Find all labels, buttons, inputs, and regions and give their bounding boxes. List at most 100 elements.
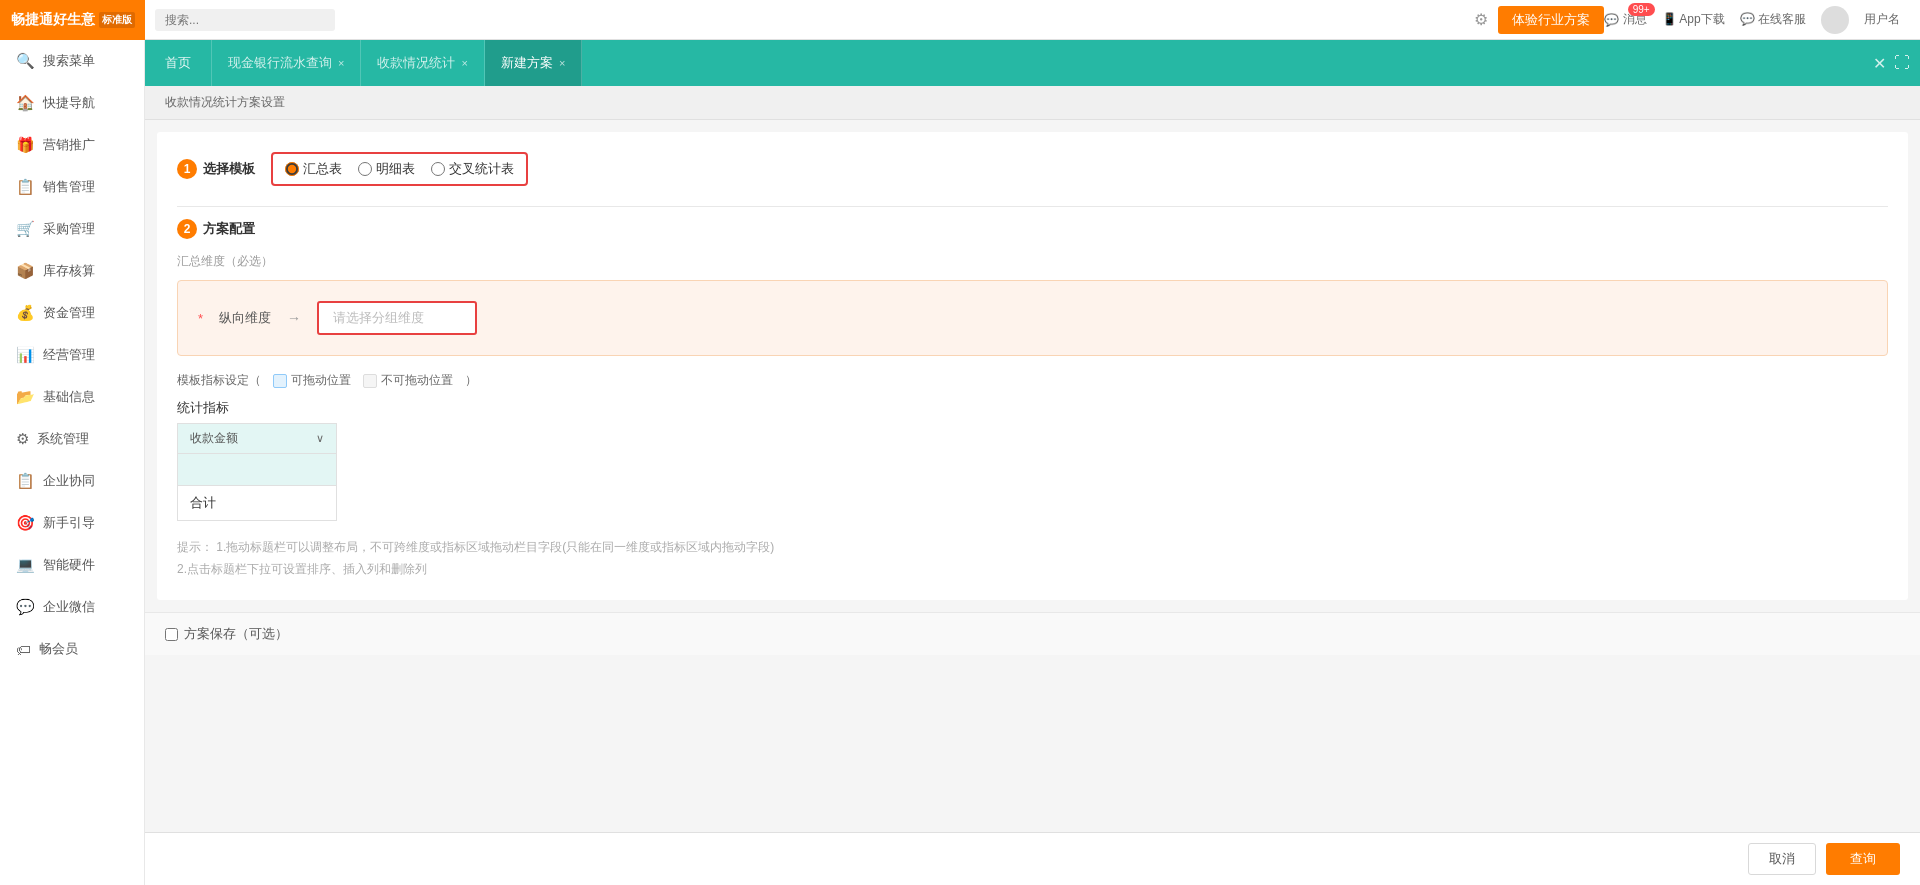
sidebar-item-member[interactable]: 🏷 畅会员 xyxy=(0,628,144,670)
tips-section: 提示： 1.拖动标题栏可以调整布局，不可跨维度或指标区域拖动栏目字段(只能在同一… xyxy=(177,537,1888,580)
inventory-icon: 📦 xyxy=(16,262,35,280)
radio-summary-label: 汇总表 xyxy=(303,160,342,178)
sidebar-label-purchase: 采购管理 xyxy=(43,220,95,238)
sidebar-label-basic-info: 基础信息 xyxy=(43,388,95,406)
tab-cashflow[interactable]: 现金银行流水查询 × xyxy=(212,40,361,86)
tab-receipts-close[interactable]: × xyxy=(461,57,467,69)
sidebar-item-system[interactable]: ⚙ 系统管理 xyxy=(0,418,144,460)
radio-summary[interactable]: 汇总表 xyxy=(285,160,342,178)
dimension-row: * 纵向维度 → 请选择分组维度 xyxy=(198,301,1867,335)
sidebar-label-system: 系统管理 xyxy=(37,430,89,448)
username: 用户名 xyxy=(1864,11,1900,28)
sidebar-label-hardware: 智能硬件 xyxy=(43,556,95,574)
save-section: 方案保存（可选） xyxy=(145,612,1920,655)
tab-bar: 首页 现金银行流水查询 × 收款情况统计 × 新建方案 × ✕ ⛶ xyxy=(145,40,1920,86)
metrics-total-label: 合计 xyxy=(190,495,216,510)
metrics-section: 统计指标 收款金额 ∨ 合计 xyxy=(177,399,1888,521)
tab-cashflow-label: 现金银行流水查询 xyxy=(228,54,332,72)
step2-badge: 2 xyxy=(177,219,197,239)
sidebar-label-marketing: 营销推广 xyxy=(43,136,95,154)
step2-section: 2 方案配置 xyxy=(177,219,1888,239)
metrics-dropdown-icon[interactable]: ∨ xyxy=(316,432,324,445)
radio-cross-input[interactable] xyxy=(431,162,445,176)
legend-dot-movable xyxy=(273,374,287,388)
guide-icon: 🎯 xyxy=(16,514,35,532)
sidebar-label-search: 搜索菜单 xyxy=(43,52,95,70)
tab-home-label: 首页 xyxy=(165,54,191,72)
tab-new-plan-label: 新建方案 xyxy=(501,54,553,72)
step1-label: 选择模板 xyxy=(203,160,255,178)
operations-icon: 📊 xyxy=(16,346,35,364)
service-icon: 💬 xyxy=(1740,12,1755,26)
app-download[interactable]: 📱 App下载 xyxy=(1662,11,1725,28)
step1-badge: 1 xyxy=(177,159,197,179)
tab-bar-right: ✕ ⛶ xyxy=(1863,54,1920,73)
message-badge[interactable]: 💬 消息 99+ xyxy=(1604,11,1647,28)
tab-new-plan-close[interactable]: × xyxy=(559,57,565,69)
sidebar-item-marketing[interactable]: 🎁 营销推广 xyxy=(0,124,144,166)
radio-detail-input[interactable] xyxy=(358,162,372,176)
dimension-config-label: 汇总维度（必选） xyxy=(177,253,1888,270)
metrics-table-header[interactable]: 收款金额 ∨ xyxy=(178,424,336,454)
sidebar-item-basic-info[interactable]: 📂 基础信息 xyxy=(0,376,144,418)
sidebar-item-search[interactable]: 🔍 搜索菜单 xyxy=(0,40,144,82)
tip-2: 2.点击标题栏下拉可设置排序、插入列和删除列 xyxy=(177,559,1888,581)
sidebar-item-purchase[interactable]: 🛒 采购管理 xyxy=(0,208,144,250)
sidebar-item-inventory[interactable]: 📦 库存核算 xyxy=(0,250,144,292)
save-checkbox[interactable] xyxy=(165,628,178,641)
home-icon: 🏠 xyxy=(16,94,35,112)
radio-summary-input[interactable] xyxy=(285,162,299,176)
metrics-table: 收款金额 ∨ 合计 xyxy=(177,423,337,521)
legend-movable-label: 可拖动位置 xyxy=(291,372,351,389)
legend-unmovable: 不可拖动位置 xyxy=(363,372,453,389)
weixin-icon: 💬 xyxy=(16,598,35,616)
sidebar-label-guide: 新手引导 xyxy=(43,514,95,532)
sidebar-item-enterprise[interactable]: 📋 企业协同 xyxy=(0,460,144,502)
tab-home[interactable]: 首页 xyxy=(145,40,212,86)
window-close-btn[interactable]: ✕ xyxy=(1873,54,1886,73)
window-expand-btn[interactable]: ⛶ xyxy=(1894,54,1910,72)
metrics-legend-label: 模板指标设定（ xyxy=(177,372,261,389)
metrics-title: 统计指标 xyxy=(177,399,1888,417)
query-button[interactable]: 查询 xyxy=(1826,843,1900,875)
radio-detail[interactable]: 明细表 xyxy=(358,160,415,178)
message-icon: 💬 xyxy=(1604,13,1619,27)
dimension-arrow: → xyxy=(287,310,301,326)
sidebar-item-guide[interactable]: 🎯 新手引导 xyxy=(0,502,144,544)
sidebar-item-operations[interactable]: 📊 经营管理 xyxy=(0,334,144,376)
step2-label: 方案配置 xyxy=(203,220,255,238)
page-content: 收款情况统计方案设置 1 选择模板 汇总表 xyxy=(145,86,1920,832)
trial-button[interactable]: 体验行业方案 xyxy=(1498,6,1604,34)
badge-count: 99+ xyxy=(1628,3,1655,16)
service-label: 在线客服 xyxy=(1758,12,1806,26)
tab-cashflow-close[interactable]: × xyxy=(338,57,344,69)
tab-receipts-label: 收款情况统计 xyxy=(377,54,455,72)
dimension-area: * 纵向维度 → 请选择分组维度 xyxy=(177,280,1888,356)
save-label: 方案保存（可选） xyxy=(184,625,288,643)
content-area: 首页 现金银行流水查询 × 收款情况统计 × 新建方案 × ✕ ⛶ xyxy=(145,40,1920,885)
user-avatar[interactable] xyxy=(1821,6,1849,34)
settings-icon[interactable]: ⚙ xyxy=(1474,10,1488,29)
marketing-icon: 🎁 xyxy=(16,136,35,154)
download-label: App下载 xyxy=(1679,12,1724,26)
sidebar: 🔍 搜索菜单 🏠 快捷导航 🎁 营销推广 📋 销售管理 🛒 采购管理 📦 库存核… xyxy=(0,40,145,885)
sidebar-label-enterprise: 企业协同 xyxy=(43,472,95,490)
online-service[interactable]: 💬 在线客服 xyxy=(1740,11,1806,28)
dimension-name: 纵向维度 xyxy=(219,309,271,327)
sidebar-item-sales[interactable]: 📋 销售管理 xyxy=(0,166,144,208)
step1-section: 1 选择模板 汇总表 明细表 交 xyxy=(177,152,1888,186)
sidebar-item-hardware[interactable]: 💻 智能硬件 xyxy=(0,544,144,586)
sidebar-item-weixin[interactable]: 💬 企业微信 xyxy=(0,586,144,628)
system-icon: ⚙ xyxy=(16,430,29,448)
search-input[interactable] xyxy=(155,9,335,31)
sidebar-item-finance[interactable]: 💰 资金管理 xyxy=(0,292,144,334)
metrics-col-title: 收款金额 xyxy=(190,430,238,447)
cancel-button[interactable]: 取消 xyxy=(1748,843,1816,875)
sidebar-item-nav[interactable]: 🏠 快捷导航 xyxy=(0,82,144,124)
tab-new-plan[interactable]: 新建方案 × xyxy=(485,40,582,86)
logo: 畅捷通好生意 标准版 xyxy=(0,0,145,40)
dimension-select[interactable]: 请选择分组维度 xyxy=(317,301,477,335)
radio-cross[interactable]: 交叉统计表 xyxy=(431,160,514,178)
finance-icon: 💰 xyxy=(16,304,35,322)
tab-receipts[interactable]: 收款情况统计 × xyxy=(361,40,484,86)
